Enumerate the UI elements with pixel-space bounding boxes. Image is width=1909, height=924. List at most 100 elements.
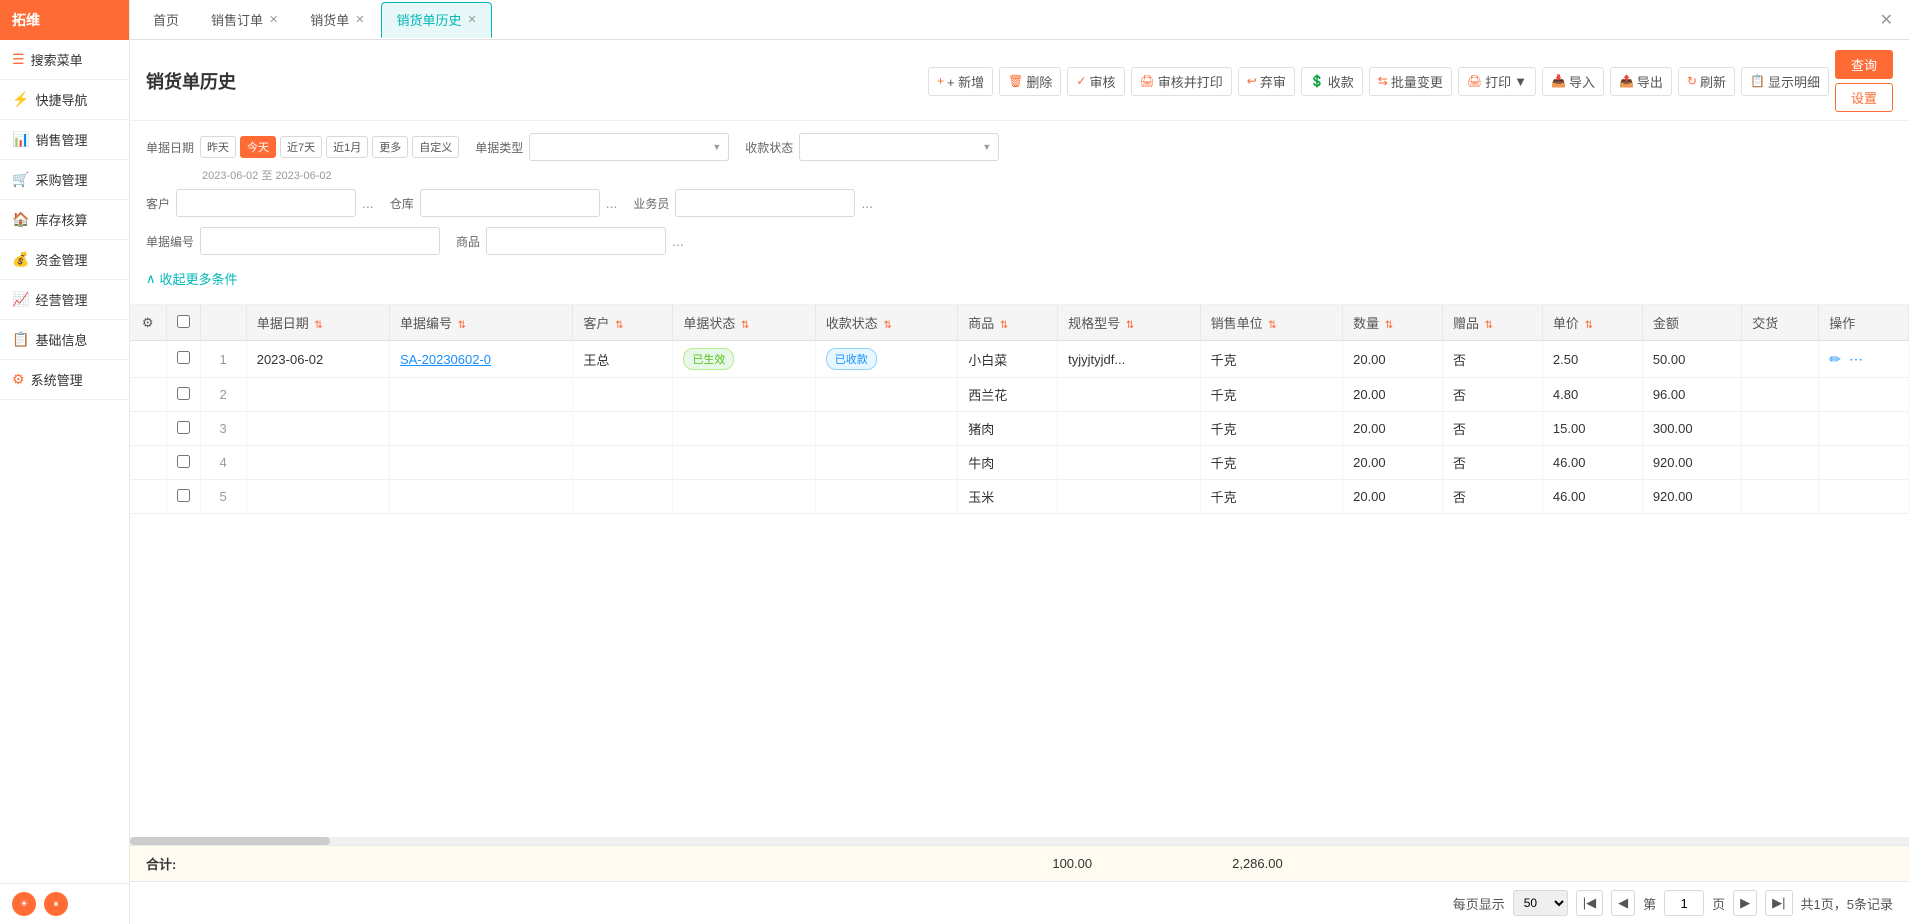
sidebar-item-ops-mgmt[interactable]: 📈 经营管理 bbox=[0, 280, 129, 320]
sidebar-item-search-menu[interactable]: ☰ 搜索菜单 bbox=[0, 40, 129, 80]
table-body: 12023-06-02SA-20230602-0王总已生效已收款小白菜tyjyj… bbox=[130, 341, 1909, 514]
audit-button[interactable]: ✓ 审核 bbox=[1067, 67, 1124, 96]
new-button[interactable]: + + 新增 bbox=[928, 67, 993, 96]
sort-unit-icon: ⇅ bbox=[1268, 320, 1276, 331]
doc-no-link[interactable]: SA-20230602-0 bbox=[400, 352, 491, 367]
tab-home[interactable]: 首页 bbox=[138, 2, 194, 38]
print-button[interactable]: 🖨 打印 ▼ bbox=[1458, 67, 1536, 96]
sidebar-item-quick-nav[interactable]: ⚡ 快捷导航 bbox=[0, 80, 129, 120]
action-edit-btn[interactable]: ✏ bbox=[1829, 351, 1841, 368]
scrollbar-thumb[interactable] bbox=[130, 837, 330, 845]
row-checkbox[interactable] bbox=[177, 421, 190, 434]
doc-type-select[interactable] bbox=[529, 133, 729, 161]
select-all-checkbox[interactable] bbox=[177, 315, 190, 328]
salesperson-input[interactable] bbox=[675, 189, 855, 217]
sidebar-item-funds-mgmt[interactable]: 💰 资金管理 bbox=[0, 240, 129, 280]
horizontal-scrollbar[interactable] bbox=[130, 837, 1909, 845]
th-unit-price[interactable]: 单价 ⇅ bbox=[1542, 305, 1642, 341]
th-doc-no[interactable]: 单据编号 ⇅ bbox=[389, 305, 572, 341]
th-doc-status[interactable]: 单据状态 ⇅ bbox=[673, 305, 815, 341]
page-number-input[interactable] bbox=[1664, 890, 1704, 916]
import-button[interactable]: 📥 导入 bbox=[1542, 67, 1604, 96]
collapse-button[interactable]: ∧ 收起更多条件 bbox=[146, 265, 1893, 292]
prev-page-btn[interactable]: ◀ bbox=[1611, 890, 1635, 916]
row-amount: 50.00 bbox=[1642, 341, 1741, 378]
export-button[interactable]: 📤 导出 bbox=[1610, 67, 1672, 96]
row-quantity: 20.00 bbox=[1343, 341, 1443, 378]
goods-picker-btn[interactable]: ... bbox=[672, 233, 684, 249]
tab-sales-delivery-history[interactable]: 销货单历史 ✕ bbox=[381, 2, 491, 38]
refresh-button[interactable]: ↻ 刷新 bbox=[1678, 67, 1735, 96]
sidebar-pause-btn[interactable]: ⏸ bbox=[44, 892, 68, 916]
row-unit: 千克 bbox=[1200, 412, 1342, 446]
row-checkbox[interactable] bbox=[177, 351, 190, 364]
th-collect-status[interactable]: 收款状态 ⇅ bbox=[815, 305, 957, 341]
audit-print-button[interactable]: 🖨 审核并打印 bbox=[1131, 67, 1232, 96]
row-doc-status bbox=[673, 378, 815, 412]
print-dropdown-icon: ▼ bbox=[1514, 74, 1527, 89]
delete-button[interactable]: 🗑 删除 bbox=[999, 67, 1061, 96]
row-doc-date: 2023-06-02 bbox=[246, 341, 389, 378]
th-spec[interactable]: 规格型号 ⇅ bbox=[1058, 305, 1200, 341]
row-checkbox[interactable] bbox=[177, 455, 190, 468]
app-logo: 拓维 bbox=[0, 0, 129, 40]
th-gear[interactable]: ⚙ bbox=[130, 305, 166, 341]
last-page-btn[interactable]: ▶| bbox=[1765, 890, 1792, 916]
filter-group-warehouse: 仓库 ... bbox=[390, 189, 618, 217]
filter-group-goods: 商品 ... bbox=[456, 227, 684, 255]
abandon-button[interactable]: ↩ 弃审 bbox=[1238, 67, 1295, 96]
settings-button[interactable]: 设置 bbox=[1835, 83, 1893, 112]
show-detail-button[interactable]: 📋 显示明细 bbox=[1741, 67, 1829, 96]
sort-quantity-icon: ⇅ bbox=[1385, 320, 1393, 331]
date-quick-custom[interactable]: 自定义 bbox=[412, 136, 459, 158]
tab-sales-delivery-history-close[interactable]: ✕ bbox=[468, 13, 477, 26]
collect-status-select[interactable] bbox=[799, 133, 999, 161]
th-gift[interactable]: 赠品 ⇅ bbox=[1443, 305, 1543, 341]
next-page-btn[interactable]: ▶ bbox=[1733, 890, 1757, 916]
th-goods[interactable]: 商品 ⇅ bbox=[958, 305, 1058, 341]
purchase-mgmt-icon: 🛒 bbox=[12, 171, 29, 188]
th-unit[interactable]: 销售单位 ⇅ bbox=[1200, 305, 1342, 341]
action-more-btn[interactable]: ⋯ bbox=[1849, 351, 1863, 368]
warehouse-picker-btn[interactable]: ... bbox=[606, 195, 618, 211]
goods-input[interactable] bbox=[486, 227, 666, 255]
date-quick-1month[interactable]: 近1月 bbox=[326, 136, 368, 158]
sidebar-item-sales-mgmt[interactable]: 📊 销售管理 bbox=[0, 120, 129, 160]
row-number: 5 bbox=[200, 480, 246, 514]
refresh-icon: ↻ bbox=[1687, 74, 1697, 88]
date-quick-today[interactable]: 今天 bbox=[240, 136, 276, 158]
th-doc-date[interactable]: 单据日期 ⇅ bbox=[246, 305, 389, 341]
th-customer[interactable]: 客户 ⇅ bbox=[573, 305, 673, 341]
footer-total-quantity: 100.00 bbox=[1052, 856, 1092, 871]
row-gift: 否 bbox=[1443, 412, 1543, 446]
sidebar-item-sys-mgmt[interactable]: ⚙ 系统管理 bbox=[0, 360, 129, 400]
per-page-select[interactable]: 50 100 200 bbox=[1513, 890, 1568, 916]
date-quick-more[interactable]: 更多 bbox=[372, 136, 408, 158]
customer-picker-btn[interactable]: ... bbox=[362, 195, 374, 211]
date-label: 单据日期 bbox=[146, 139, 194, 156]
tab-sales-delivery-close[interactable]: ✕ bbox=[355, 13, 364, 26]
sidebar-item-basic-info[interactable]: 📋 基础信息 bbox=[0, 320, 129, 360]
doc-no-input[interactable] bbox=[200, 227, 440, 255]
collect-button[interactable]: 💲 收款 bbox=[1301, 67, 1363, 96]
query-button[interactable]: 查询 bbox=[1835, 50, 1893, 79]
sidebar-item-inventory[interactable]: 🏠 库存核算 bbox=[0, 200, 129, 240]
th-quantity[interactable]: 数量 ⇅ bbox=[1343, 305, 1443, 341]
warehouse-input[interactable] bbox=[420, 189, 600, 217]
tab-sales-order[interactable]: 销售订单 ✕ bbox=[196, 2, 293, 38]
tab-sales-order-close[interactable]: ✕ bbox=[269, 13, 278, 26]
salesperson-picker-btn[interactable]: ... bbox=[861, 195, 873, 211]
row-checkbox[interactable] bbox=[177, 387, 190, 400]
tab-sales-delivery[interactable]: 销货单 ✕ bbox=[295, 2, 379, 38]
first-page-btn[interactable]: |◀ bbox=[1576, 890, 1603, 916]
customer-input[interactable] bbox=[176, 189, 356, 217]
window-close-btn[interactable]: ✕ bbox=[1872, 6, 1901, 34]
batch-change-button[interactable]: ⇆ 批量变更 bbox=[1369, 67, 1452, 96]
sidebar-item-purchase-mgmt[interactable]: 🛒 采购管理 bbox=[0, 160, 129, 200]
sidebar-toggle-btn[interactable]: ☀ bbox=[12, 892, 36, 916]
row-checkbox[interactable] bbox=[177, 489, 190, 502]
table-head: ⚙ 单据日期 ⇅ 单据编号 ⇅ bbox=[130, 305, 1909, 341]
date-quick-yesterday[interactable]: 昨天 bbox=[200, 136, 236, 158]
row-actions bbox=[1819, 480, 1909, 514]
date-quick-7days[interactable]: 近7天 bbox=[280, 136, 322, 158]
